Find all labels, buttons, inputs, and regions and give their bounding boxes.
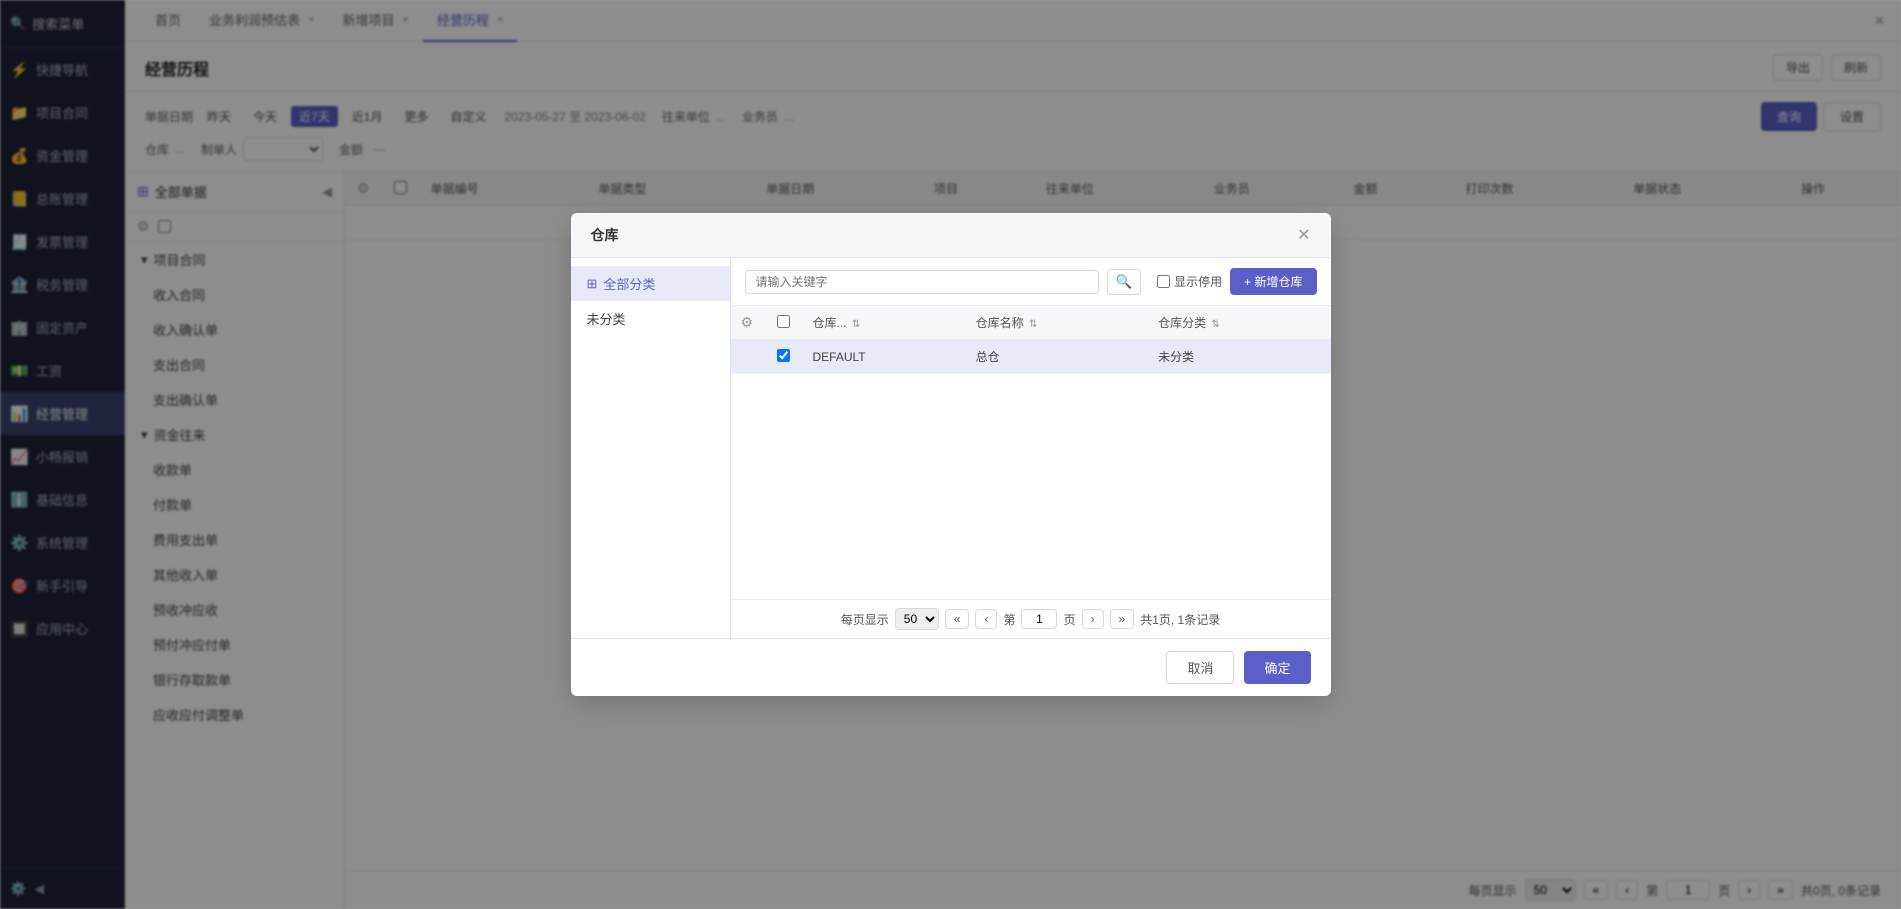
modal-title: 仓库 xyxy=(591,225,619,245)
modal-th-category: 仓库分类 ⇅ xyxy=(1148,306,1330,340)
modal-select-all[interactable] xyxy=(777,315,790,328)
modal-page-size-select[interactable]: 50 xyxy=(895,608,939,630)
category-unclassified[interactable]: 未分类 xyxy=(571,301,730,336)
modal-pagination: 每页显示 50 « ‹ 第 页 › » 共1页, 1条记录 xyxy=(731,599,1331,638)
modal-last-page[interactable]: » xyxy=(1110,609,1135,629)
modal-total-text: 共1页, 1条记录 xyxy=(1140,611,1220,628)
modal-page-label-end: 页 xyxy=(1063,611,1075,628)
modal-body: ⊞ 全部分类 未分类 🔍 显示停用 + 新增仓库 xyxy=(571,258,1331,638)
modal-page-label: 第 xyxy=(1003,611,1015,628)
grid-all-icon: ⊞ xyxy=(587,276,598,292)
sort-icon-name[interactable]: ⇅ xyxy=(1029,319,1037,330)
row-name-cell: 总仓 xyxy=(966,340,1148,374)
sort-icon-category[interactable]: ⇅ xyxy=(1211,319,1219,330)
modal-search-bar: 🔍 显示停用 + 新增仓库 xyxy=(731,258,1331,306)
modal-header: 仓库 ✕ xyxy=(571,213,1331,258)
modal-table-area: ⚙ 仓库... ⇅ 仓库名称 ⇅ xyxy=(731,306,1331,599)
modal-th-code: 仓库... ⇅ xyxy=(803,306,966,340)
modal-search-btn[interactable]: 🔍 xyxy=(1107,269,1142,295)
cancel-button[interactable]: 取消 xyxy=(1166,651,1234,684)
row-checkbox-cell xyxy=(767,340,803,374)
row-checkbox[interactable] xyxy=(777,349,790,362)
modal-prev-page[interactable]: ‹ xyxy=(975,609,997,629)
modal-search-input[interactable] xyxy=(745,270,1099,294)
show-disabled-checkbox[interactable] xyxy=(1157,275,1170,288)
modal-table-header: ⚙ 仓库... ⇅ 仓库名称 ⇅ xyxy=(731,306,1331,340)
category-all[interactable]: ⊞ 全部分类 xyxy=(571,266,730,301)
modal-warehouse-table: ⚙ 仓库... ⇅ 仓库名称 ⇅ xyxy=(731,306,1331,374)
modal-th-name: 仓库名称 ⇅ xyxy=(966,306,1148,340)
modal-page-size-label: 每页显示 xyxy=(841,611,889,628)
warehouse-modal: 仓库 ✕ ⊞ 全部分类 未分类 🔍 xyxy=(571,213,1331,696)
modal-th-gear: ⚙ xyxy=(731,306,767,340)
table-row[interactable]: DEFAULT 总仓 未分类 xyxy=(731,340,1331,374)
confirm-button[interactable]: 确定 xyxy=(1244,651,1310,684)
row-id-cell: DEFAULT xyxy=(803,340,966,374)
row-category-cell: 未分类 xyxy=(1148,340,1330,374)
add-warehouse-btn[interactable]: + 新增仓库 xyxy=(1230,268,1316,295)
modal-first-page[interactable]: « xyxy=(945,609,970,629)
modal-right-panel: 🔍 显示停用 + 新增仓库 ⚙ xyxy=(731,258,1331,638)
sort-icon-code[interactable]: ⇅ xyxy=(852,319,860,330)
show-disabled-label[interactable]: 显示停用 xyxy=(1157,273,1222,290)
modal-th-checkbox xyxy=(767,306,803,340)
modal-next-page[interactable]: › xyxy=(1082,609,1104,629)
modal-footer: 取消 确定 xyxy=(571,638,1331,696)
modal-page-input[interactable] xyxy=(1021,609,1057,629)
row-gear-cell xyxy=(731,340,767,374)
modal-category-panel: ⊞ 全部分类 未分类 xyxy=(571,258,731,638)
modal-close-btn[interactable]: ✕ xyxy=(1297,225,1310,245)
modal-gear-icon[interactable]: ⚙ xyxy=(741,314,754,330)
modal-overlay: 仓库 ✕ ⊞ 全部分类 未分类 🔍 xyxy=(0,0,1901,909)
